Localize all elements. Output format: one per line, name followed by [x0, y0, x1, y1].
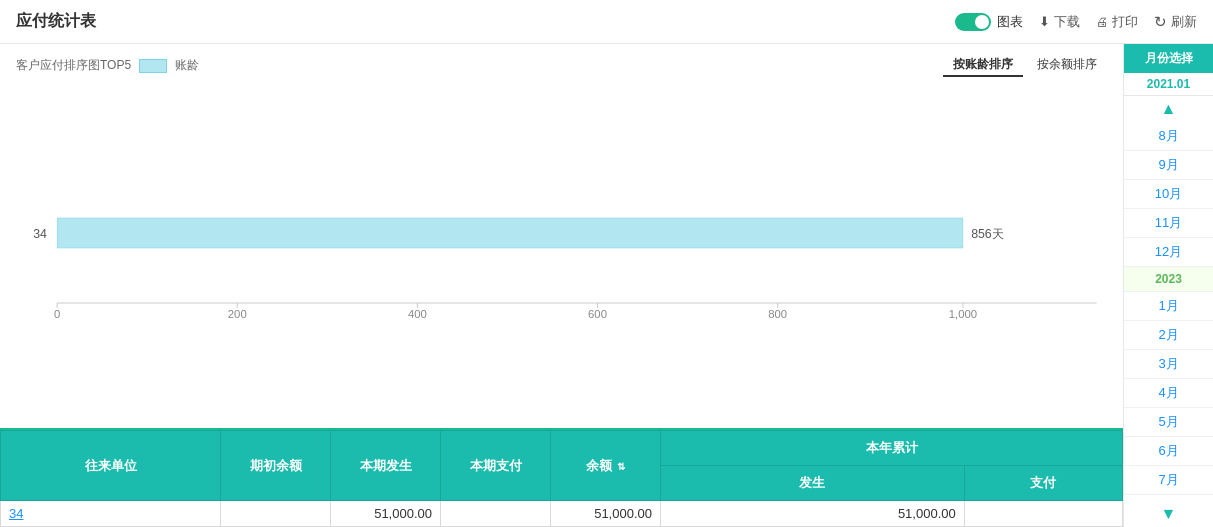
main-content: 客户应付排序图TOP5 账龄 按账龄排序 按余额排序 34 856天 [0, 44, 1213, 527]
month-item[interactable]: 9月 [1124, 151, 1213, 180]
month-item[interactable]: 6月 [1124, 437, 1213, 466]
print-label: 打印 [1112, 13, 1138, 31]
refresh-button[interactable]: 刷新 [1154, 13, 1197, 31]
svg-text:34: 34 [33, 227, 47, 241]
svg-text:800: 800 [768, 308, 787, 320]
svg-rect-1 [57, 218, 963, 248]
th-ytd-pay: 支付 [964, 466, 1122, 501]
cell-current-pay [441, 501, 551, 527]
sort-tab-age[interactable]: 按账龄排序 [943, 54, 1023, 77]
data-table: 往来单位 期初余额 本期发生 本期支付 余额 ⇅ 本年累计 [0, 430, 1123, 527]
cell-ytd-occur: 51,000.00 [661, 501, 965, 527]
month-item[interactable]: 10月 [1124, 180, 1213, 209]
chart-legend: 客户应付排序图TOP5 账龄 [16, 57, 199, 74]
page-container: 应付统计表 图表 下载 打印 刷新 [0, 0, 1213, 527]
table-wrapper: 往来单位 期初余额 本期发生 本期支付 余额 ⇅ 本年累计 [0, 430, 1123, 527]
svg-text:856天: 856天 [971, 227, 1004, 241]
chart-svg-container: 34 856天 0 200 400 600 800 1,000 [0, 83, 1123, 428]
table-container: 往来单位 期初余额 本期发生 本期支付 余额 ⇅ 本年累计 [0, 428, 1123, 527]
legend-box-label: 账龄 [175, 57, 199, 74]
print-button[interactable]: 打印 [1096, 13, 1138, 31]
scroll-up-button[interactable] [1124, 96, 1213, 122]
svg-text:1,000: 1,000 [949, 308, 977, 320]
balance-sort-icon[interactable]: ⇅ [617, 461, 625, 472]
legend-box [139, 59, 167, 73]
sort-tab-balance[interactable]: 按余额排序 [1027, 54, 1107, 77]
cell-unit[interactable]: 34 [1, 501, 221, 527]
download-label: 下载 [1054, 13, 1080, 31]
month-item[interactable]: 2月 [1124, 321, 1213, 350]
month-item[interactable]: 8月 [1124, 122, 1213, 151]
right-panel: 月份选择 2021.01 8月9月10月11月12月20231月2月3月4月5月… [1123, 44, 1213, 527]
svg-text:600: 600 [588, 308, 607, 320]
th-ytd-occur: 发生 [661, 466, 965, 501]
chart-svg: 34 856天 0 200 400 600 800 1,000 [16, 83, 1107, 343]
toggle-group: 图表 [955, 13, 1023, 31]
chart-sort-tabs: 按账龄排序 按余额排序 [943, 54, 1107, 77]
refresh-icon [1154, 13, 1167, 31]
scroll-down-button[interactable] [1124, 501, 1213, 527]
th-current-pay: 本期支付 [441, 431, 551, 501]
table-row: 34 51,000.00 51,000.00 51,000.00 [1, 501, 1123, 527]
th-balance: 余额 ⇅ [551, 431, 661, 501]
month-item[interactable]: 2023 [1124, 267, 1213, 292]
print-icon [1096, 14, 1108, 29]
month-item[interactable]: 7月 [1124, 466, 1213, 495]
download-icon [1039, 14, 1050, 29]
header-actions: 图表 下载 打印 刷新 [955, 13, 1197, 31]
toggle-label: 图表 [997, 13, 1023, 31]
refresh-label: 刷新 [1171, 13, 1197, 31]
svg-text:0: 0 [54, 308, 60, 320]
cell-current-occur: 51,000.00 [331, 501, 441, 527]
legend-text: 客户应付排序图TOP5 [16, 57, 131, 74]
panel-year-badge: 2021.01 [1124, 73, 1213, 96]
th-current-occur: 本期发生 [331, 431, 441, 501]
svg-text:400: 400 [408, 308, 427, 320]
download-button[interactable]: 下载 [1039, 13, 1080, 31]
months-list: 8月9月10月11月12月20231月2月3月4月5月6月7月 [1124, 122, 1213, 501]
cell-ytd-pay [964, 501, 1122, 527]
month-item[interactable]: 5月 [1124, 408, 1213, 437]
month-item[interactable]: 1月 [1124, 292, 1213, 321]
chevron-down-icon [1161, 505, 1177, 522]
chart-area: 客户应付排序图TOP5 账龄 按账龄排序 按余额排序 34 856天 [0, 44, 1123, 527]
svg-text:200: 200 [228, 308, 247, 320]
chart-header: 客户应付排序图TOP5 账龄 按账龄排序 按余额排序 [0, 44, 1123, 83]
chart-toggle[interactable] [955, 13, 991, 31]
panel-header: 月份选择 [1124, 44, 1213, 73]
cell-opening [221, 501, 331, 527]
cell-balance: 51,000.00 [551, 501, 661, 527]
page-title: 应付统计表 [16, 11, 96, 32]
th-unit: 往来单位 [1, 431, 221, 501]
header: 应付统计表 图表 下载 打印 刷新 [0, 0, 1213, 44]
th-ytd-group: 本年累计 [661, 431, 1123, 466]
chevron-up-icon [1161, 100, 1177, 117]
th-opening: 期初余额 [221, 431, 331, 501]
month-item[interactable]: 4月 [1124, 379, 1213, 408]
month-item[interactable]: 3月 [1124, 350, 1213, 379]
month-item[interactable]: 11月 [1124, 209, 1213, 238]
month-item[interactable]: 12月 [1124, 238, 1213, 267]
